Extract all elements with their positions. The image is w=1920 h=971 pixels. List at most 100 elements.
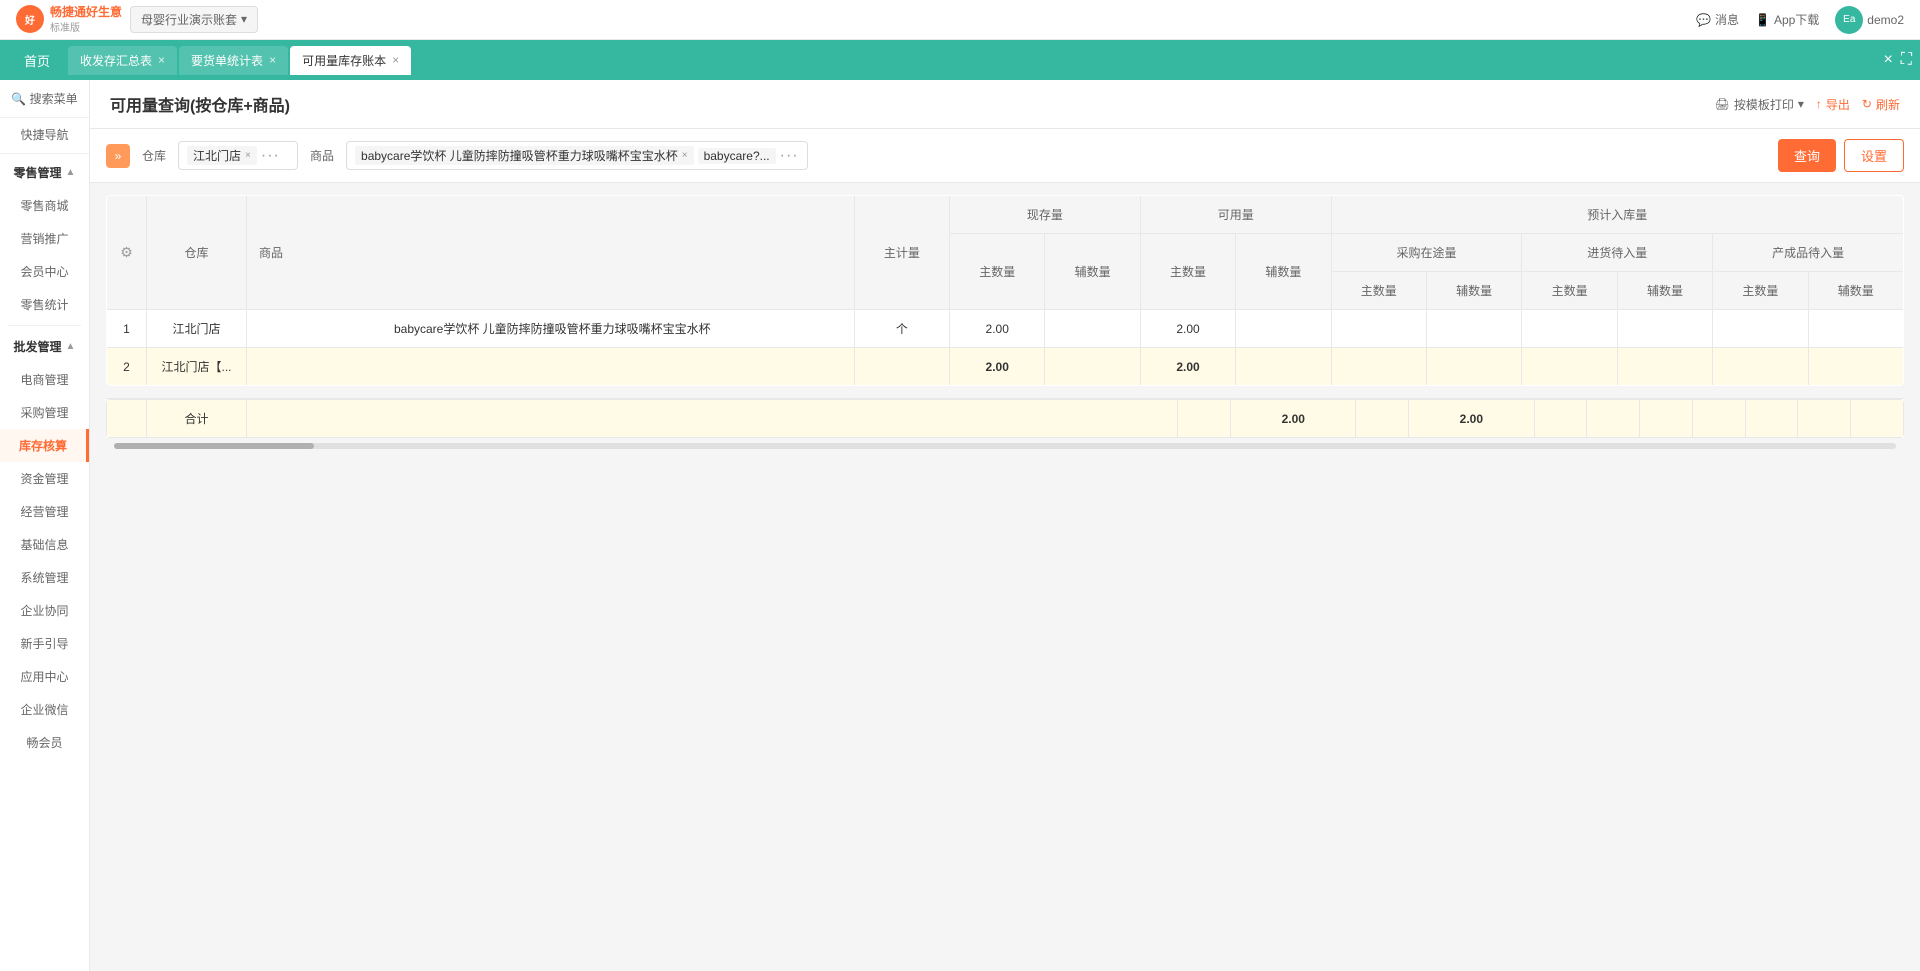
cell-product-2 xyxy=(247,348,855,386)
footer-empty-unit xyxy=(1178,400,1231,438)
footer-row: 合计 2.00 2.00 xyxy=(107,400,1904,438)
app-label: App下载 xyxy=(1774,11,1819,28)
export-btn[interactable]: ↑ 导出 xyxy=(1816,96,1850,113)
sidebar-operations-label: 经营管理 xyxy=(20,505,68,519)
sidebar-item-enterprise[interactable]: 企业协同 xyxy=(0,594,89,627)
page-wrapper: 可用量查询(按仓库+商品) 🖨 按模板打印 ▾ ↑ 导出 ↻ 刷新 xyxy=(90,80,1920,971)
sidebar-ecommerce-label: 电商管理 xyxy=(20,373,68,387)
industry-selector[interactable]: 母婴行业演示账套 ▾ xyxy=(130,6,258,33)
sidebar-item-ecommerce[interactable]: 电商管理 xyxy=(0,363,89,396)
cell-ica-1 xyxy=(1617,310,1712,348)
product-filter-input[interactable]: babycare学饮杯 儿童防摔防撞吸管杯重力球吸嘴杯宝宝水杯 × babyca… xyxy=(346,141,808,170)
warehouse-filter-input[interactable]: 江北门店 × ··· xyxy=(178,141,298,170)
settings-button[interactable]: 设置 xyxy=(1844,139,1904,172)
tab-inventory[interactable]: 可用量库存账本 × xyxy=(290,46,411,75)
sidebar-item-app-center[interactable]: 应用中心 xyxy=(0,660,89,693)
refresh-btn[interactable]: ↻ 刷新 xyxy=(1862,96,1900,113)
msg-action[interactable]: 💬 消息 xyxy=(1696,11,1739,28)
sidebar-base-info-label: 基础信息 xyxy=(20,538,68,552)
table-settings-icon[interactable]: ⚙ xyxy=(120,244,133,260)
sidebar-item-purchase[interactable]: 采购管理 xyxy=(0,396,89,429)
tab-order[interactable]: 要货单统计表 × xyxy=(179,46,288,75)
sidebar-item-retail-mall[interactable]: 零售商城 xyxy=(0,189,89,222)
cell-am-2: 2.00 xyxy=(1140,348,1235,386)
cell-cm-2: 2.00 xyxy=(950,348,1045,386)
sidebar-item-newbie[interactable]: 新手引导 xyxy=(0,627,89,660)
scroll-thumb[interactable] xyxy=(114,443,314,449)
sidebar-quick-nav[interactable]: 快捷导航 xyxy=(0,118,89,154)
th-available-aux: 辅数量 xyxy=(1236,234,1331,310)
tab-close-all[interactable]: × xyxy=(1883,51,1892,69)
app-download-action[interactable]: 📱 App下载 xyxy=(1755,11,1819,28)
export-label: 导出 xyxy=(1826,96,1850,113)
tab-inventory-close[interactable]: × xyxy=(392,53,399,67)
sidebar-item-base-info[interactable]: 基础信息 xyxy=(0,528,89,561)
sidebar-item-enterprise-wx[interactable]: 企业微信 xyxy=(0,693,89,726)
sidebar-item-vip[interactable]: 畅会员 xyxy=(0,726,89,759)
print-btn[interactable]: 🖨 按模板打印 ▾ xyxy=(1715,96,1804,113)
sidebar-item-marketing[interactable]: 营销推广 xyxy=(0,222,89,255)
th-available: 可用量 xyxy=(1140,196,1331,234)
print-label: 按模板打印 xyxy=(1734,96,1794,113)
sidebar-inventory-mgmt-label: 库存核算 xyxy=(19,439,67,453)
cell-am-1: 2.00 xyxy=(1140,310,1235,348)
tab-expand[interactable]: ⛶ xyxy=(1901,51,1912,69)
tab-receive[interactable]: 收发存汇总表 × xyxy=(68,46,177,75)
th-incoming: 进货待入量 xyxy=(1522,234,1713,272)
cell-product-1: babycare学饮杯 儿童防摔防撞吸管杯重力球吸嘴杯宝宝水杯 xyxy=(247,310,855,348)
horizontal-scrollbar[interactable] xyxy=(106,438,1904,454)
tab-receive-close[interactable]: × xyxy=(158,53,165,67)
sidebar-item-retail-stats[interactable]: 零售统计 xyxy=(0,288,89,321)
user-menu[interactable]: Ea demo2 xyxy=(1835,6,1904,34)
sidebar-newbie-label: 新手引导 xyxy=(20,637,68,651)
sidebar-item-finance[interactable]: 资金管理 xyxy=(0,462,89,495)
warehouse-more-icon[interactable]: ··· xyxy=(261,147,280,165)
search-icon: 🔍 xyxy=(11,92,26,106)
table-footer-row: 合计 2.00 2.00 xyxy=(106,398,1904,438)
cell-ptm-2 xyxy=(1331,348,1426,386)
cell-aa-1 xyxy=(1236,310,1331,348)
data-table: ⚙ 仓库 商品 主计量 现存量 可用量 预计入库量 主数量 辅数量 xyxy=(106,195,1904,386)
sidebar-item-inventory-mgmt[interactable]: 库存核算 xyxy=(0,429,89,462)
brand-name: 畅捷通好生意 xyxy=(50,5,122,19)
refresh-icon: ↻ xyxy=(1862,97,1872,111)
footer-pt-main xyxy=(1587,400,1640,438)
sidebar: 🔍 搜索菜单 快捷导航 零售管理 ▲ 零售商城 营销推广 会员中心 零售统计 批… xyxy=(0,80,90,971)
filter-expand-btn[interactable]: » xyxy=(106,144,130,168)
chevron-up-icon: ▲ xyxy=(66,167,76,178)
sidebar-search[interactable]: 🔍 搜索菜单 xyxy=(0,80,89,118)
table-row: 2 江北门店【... 2.00 2.00 xyxy=(107,348,1904,386)
sidebar-item-member[interactable]: 会员中心 xyxy=(0,255,89,288)
cell-unit-2 xyxy=(854,348,949,386)
footer-available-main: 2.00 xyxy=(1409,400,1534,438)
th-current-stock: 现存量 xyxy=(950,196,1141,234)
product-more-icon[interactable]: ··· xyxy=(780,147,799,165)
th-production: 产成品待入量 xyxy=(1713,234,1904,272)
double-right-icon: » xyxy=(115,149,122,163)
th-pr-main: 主数量 xyxy=(1713,272,1808,310)
footer-current-aux xyxy=(1356,400,1409,438)
product-tag-1-close[interactable]: × xyxy=(682,150,688,161)
warehouse-tag-close[interactable]: × xyxy=(245,150,251,161)
brand-icon: 好 xyxy=(16,5,44,33)
footer-available-aux xyxy=(1534,400,1587,438)
cell-seq-2: 2 xyxy=(107,348,147,386)
sidebar-divider-1 xyxy=(8,325,81,326)
sidebar-item-operations[interactable]: 经营管理 xyxy=(0,495,89,528)
cell-warehouse-1: 江北门店 xyxy=(147,310,247,348)
tab-order-close[interactable]: × xyxy=(269,53,276,67)
th-available-main: 主数量 xyxy=(1140,234,1235,310)
th-current-main: 主数量 xyxy=(950,234,1045,310)
footer-empty-seq xyxy=(107,400,147,438)
th-unit: 主计量 xyxy=(854,196,949,310)
query-button[interactable]: 查询 xyxy=(1778,139,1836,172)
sidebar-item-retail-mgmt[interactable]: 零售管理 ▲ xyxy=(0,156,89,189)
sidebar-quick-nav-label: 快捷导航 xyxy=(20,128,68,142)
cell-pta-1 xyxy=(1426,310,1521,348)
sidebar-item-system[interactable]: 系统管理 xyxy=(0,561,89,594)
tab-home[interactable]: 首页 xyxy=(8,45,66,76)
th-warehouse: 仓库 xyxy=(147,196,247,310)
sidebar-purchase-label: 采购管理 xyxy=(20,406,68,420)
sidebar-item-wholesale-mgmt[interactable]: 批发管理 ▲ xyxy=(0,330,89,363)
sidebar-enterprise-wx-label: 企业微信 xyxy=(20,703,68,717)
